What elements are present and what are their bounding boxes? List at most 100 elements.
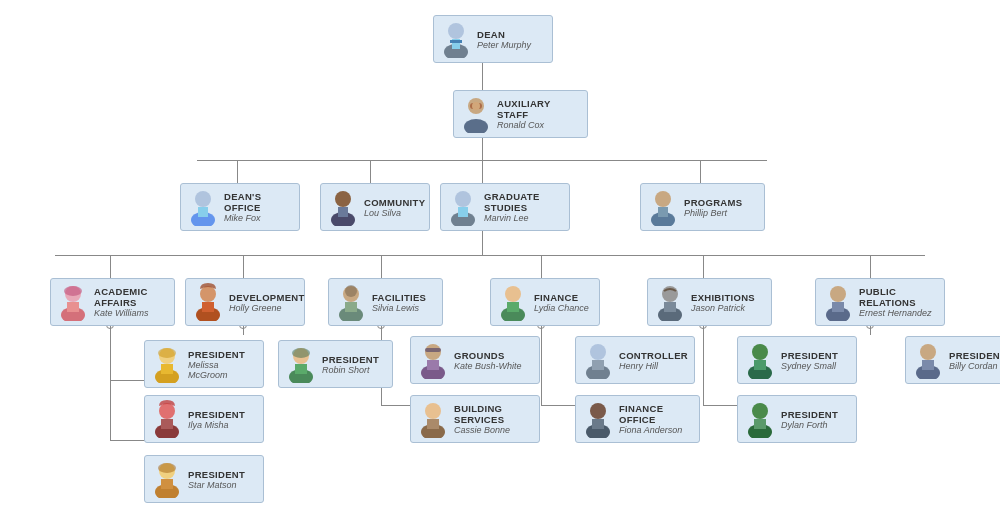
svg-point-31 [505,286,521,302]
avatar-finance [497,283,529,321]
facilities-text: FACILITIES Silvia Lewis [372,292,426,313]
academic-name: Kate Williams [94,308,168,318]
programs-name: Phillip Bert [684,208,742,218]
community-title: COMMUNITY [364,197,425,208]
node-exhibitions: EXHIBITIONS Jason Patrick [647,278,772,326]
line-v-deans [237,160,238,185]
node-finance-office: FINANCE OFFICE Fiona Anderson [575,395,700,443]
controller-text: CONTROLLER Henry Hill [619,350,688,371]
avatar-development [192,283,224,321]
svg-rect-75 [161,479,173,489]
star-text: PRESIDENT Star Matson [188,469,245,490]
avatar-robin [285,345,317,383]
avatar-melissa [151,345,183,383]
avatar-programs [647,188,679,226]
line-v-comm [370,160,371,185]
auxiliary-name: Ronald Cox [497,120,581,130]
billy-name: Billy Cordan [949,361,1000,371]
avatar-public-relations [822,283,854,321]
sydney-name: Sydney Small [781,361,838,371]
avatar-billy [912,341,944,379]
node-public-relations: PUBLIC RELATIONS Ernest Hernandez [815,278,945,326]
avatar-dean [440,20,472,58]
avatar-star [151,460,183,498]
node-dean: DEAN Peter Murphy [433,15,553,63]
svg-point-64 [425,403,441,419]
svg-rect-10 [198,207,208,217]
svg-point-14 [455,191,471,207]
development-title: DEVELOPMENT [229,292,305,303]
svg-rect-69 [592,419,604,429]
svg-rect-33 [507,302,519,312]
svg-rect-66 [427,419,439,429]
line-v-exh [703,255,704,280]
line-h-dylan [703,405,738,406]
finance-text: FINANCE Lydia Chance [534,292,589,313]
svg-point-76 [158,463,176,473]
line-h-finoff [541,405,576,406]
building-text: BUILDING SERVICES Cassie Bonne [454,403,533,435]
grounds-text: GROUNDS Kate Bush-White [454,350,522,371]
org-chart: DEAN Peter Murphy AUXILIARY STAFF Ronald… [0,0,1000,506]
line-h-ilya [110,380,145,381]
node-pres-melissa: PRESIDENT Melissa McGroom [144,340,264,388]
avatar-grounds [417,341,449,379]
svg-point-61 [159,403,175,419]
controller-name: Henry Hill [619,361,688,371]
svg-point-70 [752,403,768,419]
svg-rect-16 [458,207,468,217]
exhibitions-name: Jason Patrick [691,303,755,313]
finance-office-name: Fiona Anderson [619,425,693,435]
node-development: DEVELOPMENT Holly Greene [185,278,305,326]
node-pres-sydney: PRESIDENT Sydney Small [737,336,857,384]
svg-rect-51 [425,348,441,352]
community-text: COMMUNITY Lou Silva [364,197,425,218]
node-deans-office: DEAN'S OFFICE Mike Fox [180,183,300,231]
billy-text: PRESIDENT Billy Cordan [949,350,1000,371]
dean-name: Peter Murphy [477,40,531,50]
public-relations-name: Ernest Hernandez [859,308,938,318]
star-name: Star Matson [188,480,245,490]
svg-rect-57 [754,360,766,370]
node-pres-star: PRESIDENT Star Matson [144,455,264,503]
svg-point-47 [292,348,310,358]
line-h-level3 [55,255,925,256]
avatar-controller [582,341,614,379]
billy-title: PRESIDENT [949,350,1000,361]
building-title: BUILDING SERVICES [454,403,533,425]
node-pres-billy: PRESIDENT Billy Cordan [905,336,1000,384]
svg-point-43 [158,348,176,358]
line-v-dev [243,255,244,280]
avatar-exhibitions [654,283,686,321]
programs-title: PROGRAMS [684,197,742,208]
avatar-community [327,188,359,226]
melissa-text: PRESIDENT Melissa McGroom [188,349,257,380]
finance-title: FINANCE [534,292,589,303]
svg-point-52 [590,344,606,360]
line-v-fac [381,255,382,280]
node-facilities: FACILITIES Silvia Lewis [328,278,443,326]
avatar-finance-office [582,400,614,438]
line-v-exh-ch [703,325,704,405]
svg-rect-72 [754,419,766,429]
finance-name: Lydia Chance [534,303,589,313]
avatar-graduate [447,188,479,226]
finance-office-text: FINANCE OFFICE Fiona Anderson [619,403,693,435]
dean-title: DEAN [477,29,531,40]
svg-rect-29 [345,302,357,312]
svg-point-30 [345,285,357,297]
line-h-building [381,405,411,406]
line-v-fin [541,255,542,280]
svg-rect-36 [664,302,676,312]
deans-office-text: DEAN'S OFFICE Mike Fox [224,191,293,223]
avatar-dylan [744,400,776,438]
ilya-text: PRESIDENT Ilya Misha [188,409,245,430]
graduate-title: GRADUATE STUDIES [484,191,563,213]
line-v-grad [482,160,483,185]
line-v-acad [110,255,111,280]
svg-point-24 [200,286,216,302]
controller-title: CONTROLLER [619,350,688,361]
svg-point-37 [830,286,846,302]
dean-text: DEAN Peter Murphy [477,29,531,50]
finance-office-title: FINANCE OFFICE [619,403,693,425]
